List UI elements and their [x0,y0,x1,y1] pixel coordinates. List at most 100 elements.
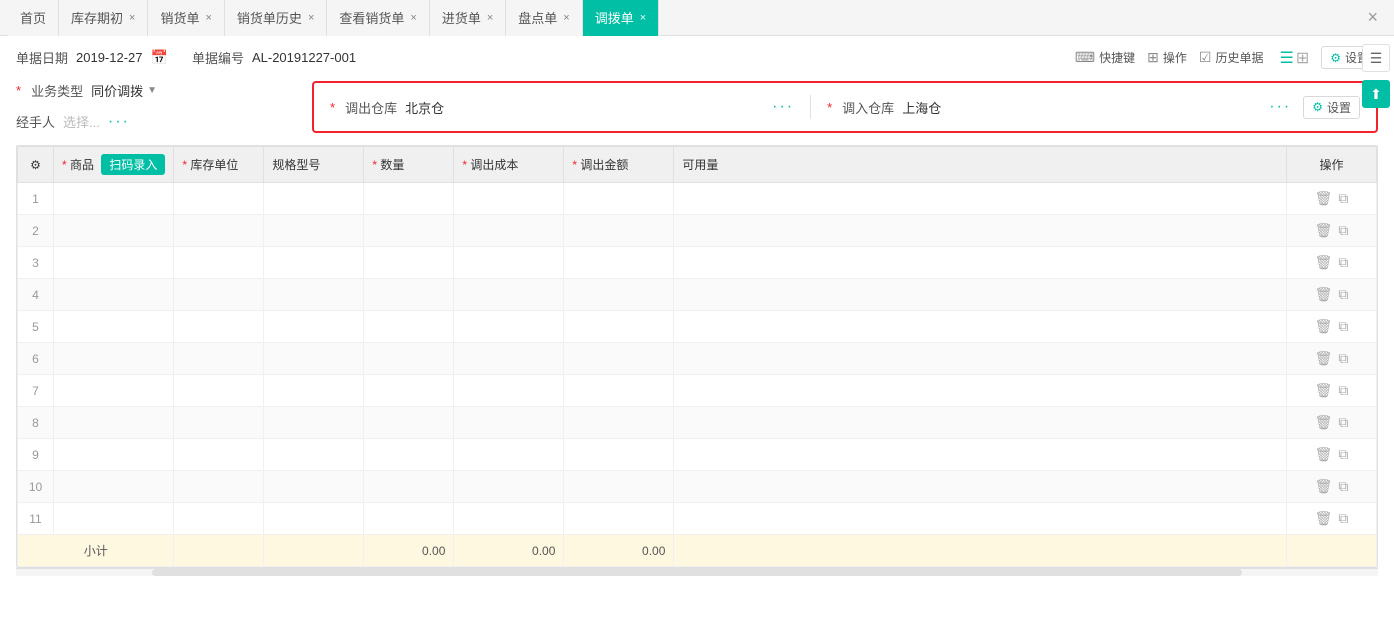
row-qty[interactable] [364,279,454,311]
row-available[interactable] [674,279,1287,311]
row-qty[interactable] [364,375,454,407]
row-qty[interactable] [364,247,454,279]
row-product[interactable] [54,279,174,311]
tab-view-sales[interactable]: 查看销货单 × [327,0,429,36]
table-gear-icon[interactable]: ⚙ [30,158,41,172]
row-available[interactable] [674,503,1287,535]
tab-home[interactable]: 首页 [8,0,59,36]
row-unit[interactable] [174,183,264,215]
row-product[interactable] [54,311,174,343]
delete-icon[interactable]: 🗑 [1315,286,1333,303]
row-cost[interactable] [454,247,564,279]
row-qty[interactable] [364,311,454,343]
row-product[interactable] [54,471,174,503]
copy-icon[interactable]: ⧉ [1338,286,1348,303]
row-cost[interactable] [454,503,564,535]
warehouse-out-more-icon[interactable]: ··· [772,98,794,116]
copy-icon[interactable]: ⧉ [1338,254,1348,271]
row-cost[interactable] [454,407,564,439]
tab-sales-history[interactable]: 销货单历史 × [225,0,327,36]
row-unit[interactable] [174,503,264,535]
history-action[interactable]: ☑ 历史单据 [1199,49,1264,66]
row-spec[interactable] [264,247,364,279]
row-qty[interactable] [364,407,454,439]
row-amount[interactable] [564,503,674,535]
row-unit[interactable] [174,215,264,247]
delete-icon[interactable]: 🗑 [1315,478,1333,495]
row-amount[interactable] [564,279,674,311]
row-available[interactable] [674,407,1287,439]
delete-icon[interactable]: 🗑 [1315,254,1333,271]
warehouse-setting-button[interactable]: ⚙ 设置 [1303,96,1360,119]
row-available[interactable] [674,183,1287,215]
row-amount[interactable] [564,183,674,215]
row-cost[interactable] [454,471,564,503]
row-spec[interactable] [264,279,364,311]
tab-purchase[interactable]: 进货单 × [430,0,506,36]
delete-icon[interactable]: 🗑 [1315,382,1333,399]
row-product[interactable] [54,183,174,215]
row-qty[interactable] [364,439,454,471]
row-product[interactable] [54,375,174,407]
col-gear[interactable]: ⚙ [18,147,54,183]
delete-icon[interactable]: 🗑 [1315,350,1333,367]
delete-icon[interactable]: 🗑 [1315,510,1333,527]
view-list-icon[interactable]: ☰ [1279,48,1293,68]
delete-icon[interactable]: 🗑 [1315,446,1333,463]
copy-icon[interactable]: ⧉ [1338,446,1348,463]
tab-purchase-close[interactable]: × [487,12,493,24]
tab-view-sales-close[interactable]: × [410,12,416,24]
delete-icon[interactable]: 🗑 [1315,222,1333,239]
copy-icon[interactable]: ⧉ [1338,318,1348,335]
copy-icon[interactable]: ⧉ [1338,382,1348,399]
tab-inventory-init-close[interactable]: × [129,12,135,24]
warehouse-in-value[interactable]: 上海仓 [902,98,941,117]
business-type-dropdown[interactable]: 同价调拨 ▼ [91,81,157,100]
row-product[interactable] [54,215,174,247]
row-available[interactable] [674,375,1287,407]
row-amount[interactable] [564,439,674,471]
row-unit[interactable] [174,279,264,311]
date-value[interactable]: 2019-12-27 [76,50,143,65]
row-cost[interactable] [454,279,564,311]
row-amount[interactable] [564,247,674,279]
row-amount[interactable] [564,471,674,503]
row-spec[interactable] [264,503,364,535]
row-unit[interactable] [174,375,264,407]
row-qty[interactable] [364,471,454,503]
copy-icon[interactable]: ⧉ [1338,350,1348,367]
row-unit[interactable] [174,247,264,279]
tab-stocktake[interactable]: 盘点单 × [506,0,582,36]
horizontal-scrollbar[interactable] [16,568,1378,576]
delete-icon[interactable]: 🗑 [1315,414,1333,431]
operation-action[interactable]: ⊞ 操作 [1147,49,1187,66]
copy-icon[interactable]: ⧉ [1338,222,1348,239]
row-available[interactable] [674,343,1287,375]
tab-inventory-init[interactable]: 库存期初 × [59,0,148,36]
warehouse-out-value[interactable]: 北京仓 [405,98,444,117]
scan-button[interactable]: 扫码录入 [101,154,165,175]
tab-sales-order[interactable]: 销货单 × [148,0,224,36]
row-cost[interactable] [454,439,564,471]
row-cost[interactable] [454,183,564,215]
copy-icon[interactable]: ⧉ [1338,510,1348,527]
row-unit[interactable] [174,407,264,439]
row-qty[interactable] [364,503,454,535]
row-available[interactable] [674,215,1287,247]
sidebar-export-icon[interactable]: ⬆ [1362,80,1390,108]
row-available[interactable] [674,247,1287,279]
row-product[interactable] [54,407,174,439]
sidebar-list-icon[interactable]: ☰ [1362,44,1390,72]
copy-icon[interactable]: ⧉ [1338,478,1348,495]
row-unit[interactable] [174,311,264,343]
row-spec[interactable] [264,439,364,471]
row-unit[interactable] [174,471,264,503]
calendar-icon[interactable]: 📅 [151,49,168,66]
copy-icon[interactable]: ⧉ [1338,190,1348,207]
handler-more-icon[interactable]: ··· [108,113,130,131]
delete-icon[interactable]: 🗑 [1315,190,1333,207]
copy-icon[interactable]: ⧉ [1338,414,1348,431]
row-spec[interactable] [264,311,364,343]
row-cost[interactable] [454,311,564,343]
row-qty[interactable] [364,215,454,247]
